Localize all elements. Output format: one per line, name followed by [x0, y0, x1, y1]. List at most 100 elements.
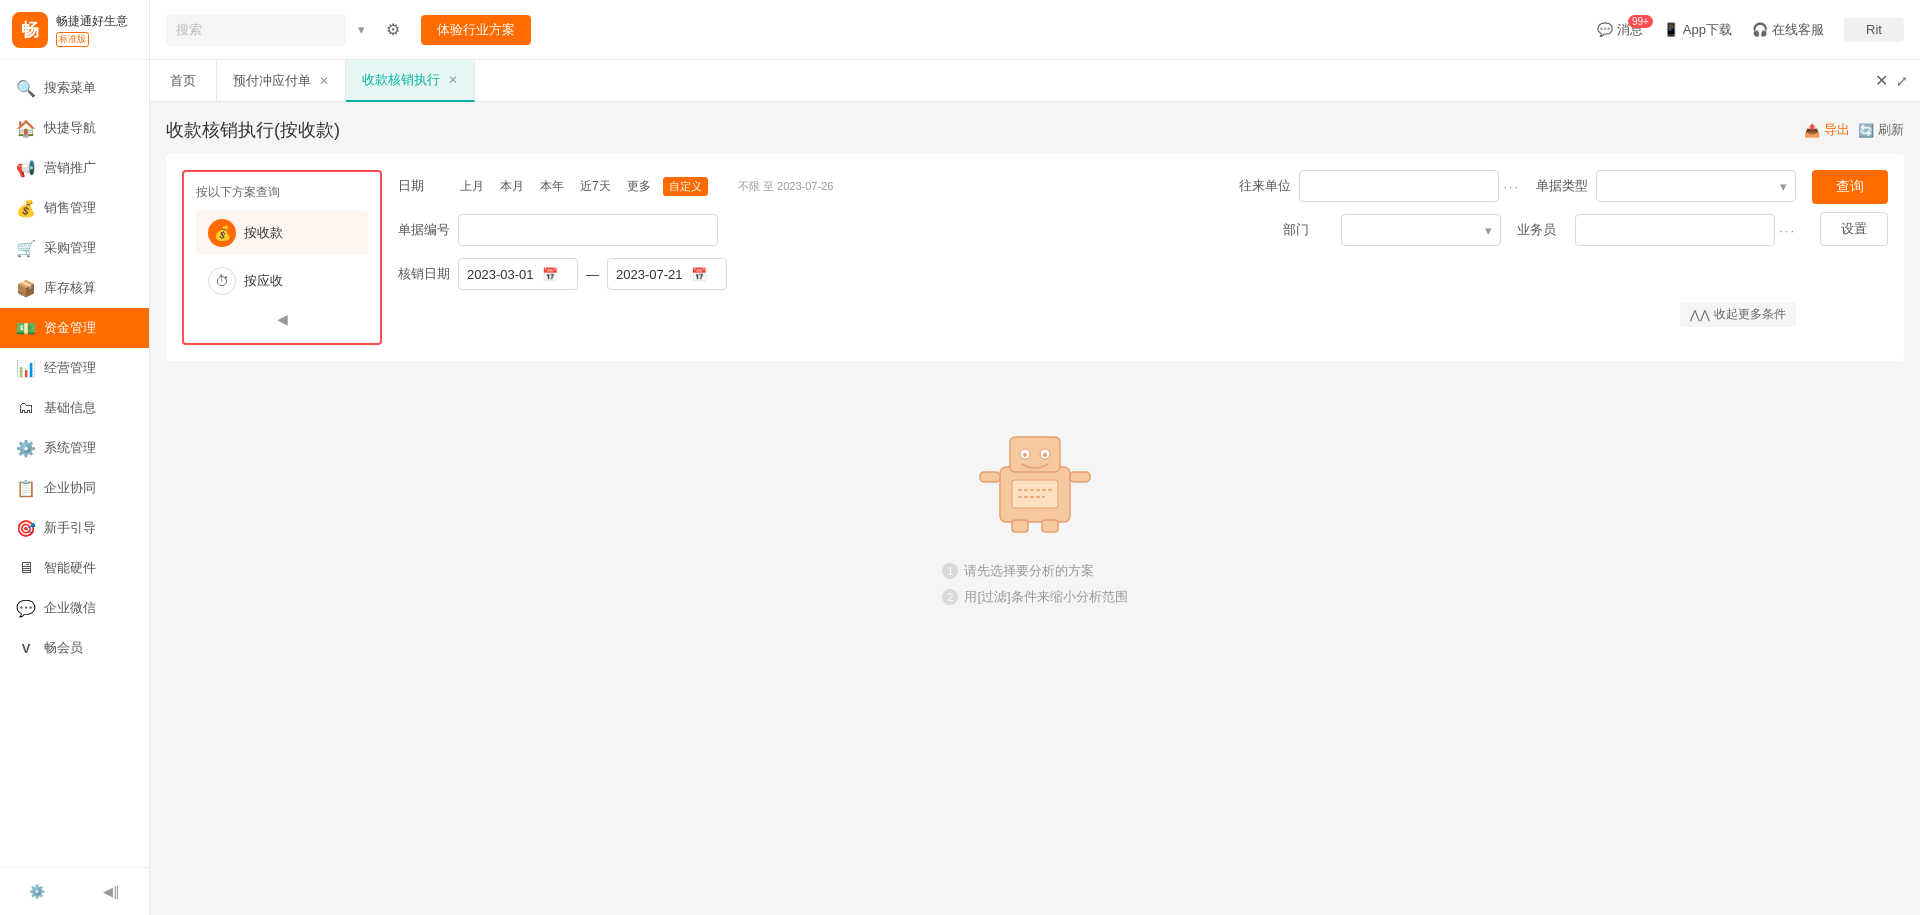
topbar-arrow[interactable]: ▾	[358, 22, 365, 37]
filter-fields-section: 日期 上月 本月 本年 近7天 更多 自定义	[398, 170, 1796, 327]
tab-home[interactable]: 首页	[150, 60, 217, 102]
date-last-month-btn[interactable]: 上月	[456, 176, 488, 197]
sidebar-item-marketing[interactable]: 📢 营销推广	[0, 148, 149, 188]
sidebar-collapse-btn[interactable]: ◀‖	[95, 876, 128, 907]
date-this-month-btn[interactable]: 本月	[496, 176, 528, 197]
industry-btn[interactable]: 体验行业方案	[421, 15, 531, 45]
svg-rect-1	[1010, 437, 1060, 472]
sidebar-nav: 🔍 搜索菜单 🏠 快捷导航 📢 营销推广 💰 销售管理 🛒 采购管理 📦 库存核…	[0, 60, 149, 867]
filter-by-receivable[interactable]: ⏱ 按应收	[196, 259, 368, 303]
sidebar-settings-btn[interactable]: ⚙️	[21, 876, 53, 907]
collapse-more-btn[interactable]: ⋀⋀ 收起更多条件	[1680, 302, 1796, 327]
svg-rect-6	[1012, 520, 1028, 532]
refresh-btn[interactable]: 🔄 刷新	[1858, 121, 1904, 139]
counterparty-more-btn[interactable]: ···	[1503, 179, 1520, 194]
inventory-icon: 📦	[16, 278, 36, 298]
filter-panel-collapse-btn[interactable]: ◀	[196, 307, 368, 331]
phone-icon: 📱	[1663, 22, 1679, 37]
topbar-app-btn[interactable]: 📱 App下载	[1663, 21, 1732, 39]
export-btn[interactable]: 📤 导出	[1804, 121, 1850, 139]
date-sub-text: 不限 至 2023-07-26	[738, 179, 833, 194]
filter-doctype-field: 单据类型 ▾	[1536, 170, 1796, 202]
filter-row-1: 日期 上月 本月 本年 近7天 更多 自定义	[398, 170, 1796, 202]
dept-select[interactable]: ▾	[1341, 214, 1501, 246]
wechat-icon: 💬	[16, 598, 36, 618]
sidebar-item-operations[interactable]: 📊 经营管理	[0, 348, 149, 388]
page-actions: 📤 导出 🔄 刷新	[1804, 121, 1904, 139]
sidebar-item-newbie[interactable]: 🎯 新手引导	[0, 508, 149, 548]
sidebar-label-finance: 资金管理	[44, 319, 96, 337]
writeoff-end-date-text: 2023-07-21	[616, 267, 683, 282]
service-label: 在线客服	[1772, 21, 1824, 39]
step2-num: 2	[942, 589, 958, 605]
filter-by-receipt[interactable]: 💰 按收款	[196, 211, 368, 255]
tab-collection-close[interactable]: ✕	[448, 73, 458, 87]
date-7days-btn[interactable]: 近7天	[576, 176, 615, 197]
home-icon: 🏠	[16, 118, 36, 138]
query-btn[interactable]: 查询	[1812, 170, 1888, 204]
writeoff-start-date-input[interactable]: 2023-03-01 📅	[458, 258, 578, 290]
collapse-more-section: ⋀⋀ 收起更多条件	[398, 302, 1796, 327]
tab-collection[interactable]: 收款核销执行 ✕	[346, 60, 475, 102]
main-area: 搜索 ▾ ⚙ 体验行业方案 💬 消息 99+ 📱 App下载 🎧 在线客服 Ri…	[150, 0, 1920, 915]
refresh-icon: 🔄	[1858, 123, 1874, 138]
tab-prepay-close[interactable]: ✕	[319, 74, 329, 88]
sidebar-item-finance[interactable]: 💵 资金管理	[0, 308, 149, 348]
empty-tip2: 用[过滤]条件来缩小分析范围	[964, 584, 1127, 610]
msg-icon: 💬	[1597, 22, 1613, 37]
page-title: 收款核销执行(按收款)	[166, 118, 340, 142]
date-custom-btn[interactable]: 自定义	[663, 177, 708, 196]
sidebar-item-purchase[interactable]: 🛒 采购管理	[0, 228, 149, 268]
sidebar-label-newbie: 新手引导	[44, 519, 96, 537]
chevron-down-icon: ▾	[1780, 179, 1787, 194]
topbar-gear-btn[interactable]: ⚙	[377, 14, 409, 46]
tabbar-expand-btn[interactable]: ⤢	[1896, 73, 1908, 89]
staff-input[interactable]	[1575, 214, 1775, 246]
sidebar-item-inventory[interactable]: 📦 库存核算	[0, 268, 149, 308]
sidebar-item-member[interactable]: V 畅会员	[0, 628, 149, 668]
setting-btn[interactable]: 设置	[1820, 212, 1888, 246]
docno-label: 单据编号	[398, 221, 450, 239]
counterparty-input[interactable]	[1299, 170, 1499, 202]
finance-icon: 💵	[16, 318, 36, 338]
empty-step-1: 1 请先选择要分析的方案	[942, 558, 1127, 584]
topbar-msg-btn[interactable]: 💬 消息 99+	[1597, 21, 1643, 39]
cooperation-icon: 📋	[16, 478, 36, 498]
headset-icon: 🎧	[1752, 22, 1768, 37]
empty-step-2: 2 用[过滤]条件来缩小分析范围	[942, 584, 1127, 610]
sidebar-item-search[interactable]: 🔍 搜索菜单	[0, 68, 149, 108]
sidebar-item-cooperation[interactable]: 📋 企业协同	[0, 468, 149, 508]
purchase-icon: 🛒	[16, 238, 36, 258]
sidebar-label-quick-nav: 快捷导航	[44, 119, 96, 137]
msg-badge: 99+	[1628, 15, 1653, 28]
writeoff-start-date-text: 2023-03-01	[467, 267, 534, 282]
sidebar-item-basic-info[interactable]: 🗂 基础信息	[0, 388, 149, 428]
calendar-start-icon: 📅	[542, 267, 558, 282]
svg-point-5	[1043, 453, 1047, 457]
topbar-user-avatar[interactable]: Rit	[1844, 18, 1904, 42]
docno-input[interactable]	[458, 214, 718, 246]
system-icon: ⚙️	[16, 438, 36, 458]
filter-date-field: 日期 上月 本月 本年 近7天 更多 自定义	[398, 176, 718, 197]
tab-prepay[interactable]: 预付冲应付单 ✕	[217, 60, 346, 102]
filter-writeoff-date-field: 核销日期 2023-03-01 📅 — 2023-07-21	[398, 258, 727, 290]
step1-num: 1	[942, 563, 958, 579]
sidebar-item-smart-hw[interactable]: 🖥 智能硬件	[0, 548, 149, 588]
marketing-icon: 📢	[16, 158, 36, 178]
sidebar-bottom: ⚙️ ◀‖	[0, 867, 149, 915]
writeoff-end-date-input[interactable]: 2023-07-21 📅	[607, 258, 727, 290]
receivable-icon: ⏱	[208, 267, 236, 295]
sidebar-item-quick-nav[interactable]: 🏠 快捷导航	[0, 108, 149, 148]
topbar-search[interactable]: 搜索	[166, 14, 346, 46]
date-more-btn[interactable]: 更多	[623, 176, 655, 197]
sidebar-label-system: 系统管理	[44, 439, 96, 457]
filter-receipt-label: 按收款	[244, 224, 283, 242]
sidebar-item-sales[interactable]: 💰 销售管理	[0, 188, 149, 228]
tabbar-close-all-btn[interactable]: ✕	[1875, 71, 1888, 90]
date-this-year-btn[interactable]: 本年	[536, 176, 568, 197]
topbar-service-btn[interactable]: 🎧 在线客服	[1752, 21, 1824, 39]
staff-more-btn[interactable]: ···	[1779, 223, 1796, 238]
sidebar-item-wechat[interactable]: 💬 企业微信	[0, 588, 149, 628]
doctype-select[interactable]: ▾	[1596, 170, 1796, 202]
sidebar-item-system[interactable]: ⚙️ 系统管理	[0, 428, 149, 468]
